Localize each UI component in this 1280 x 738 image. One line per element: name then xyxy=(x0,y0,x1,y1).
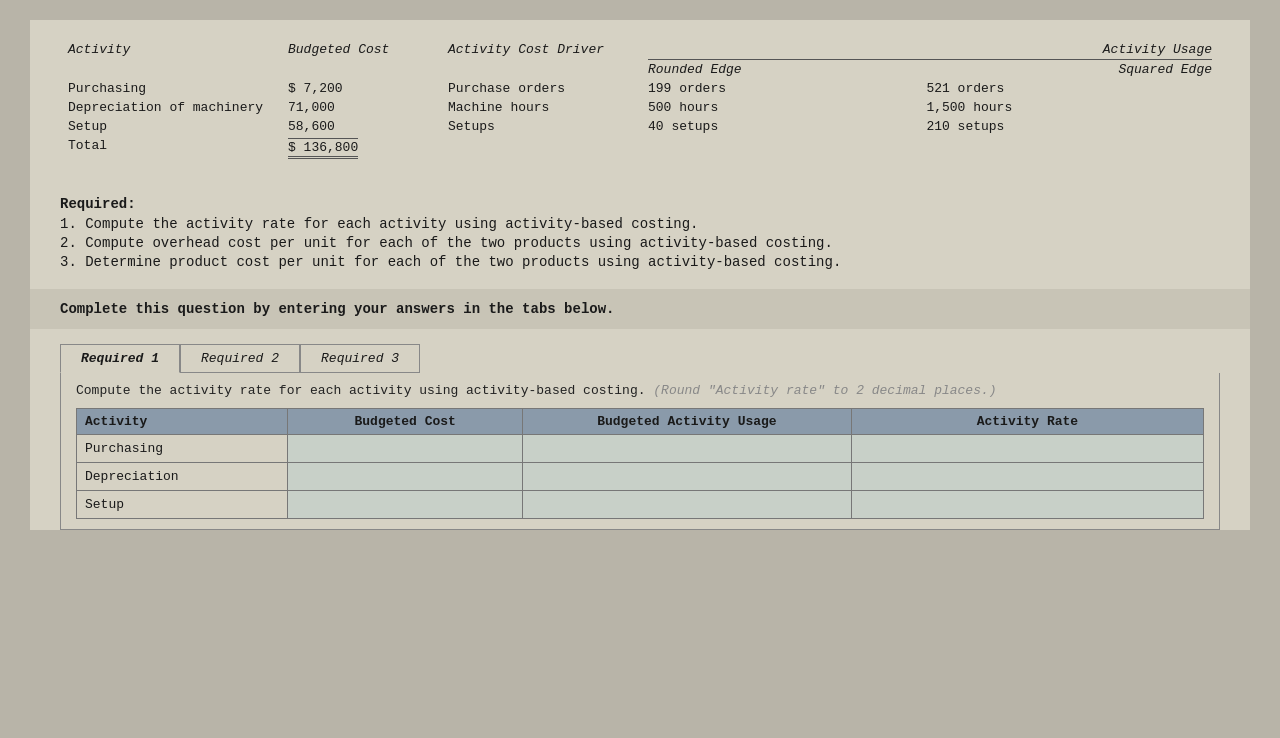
rate-budgeted-cost-setup[interactable] xyxy=(288,491,523,519)
rate-table: Activity Budgeted Cost Budgeted Activity… xyxy=(76,408,1204,519)
budgeted-cost-cell: $ 7,200 xyxy=(280,79,440,98)
activity-cell: Purchasing xyxy=(60,79,280,98)
rate-usage-setup[interactable] xyxy=(523,491,852,519)
required-section: Required: 1. Compute the activity rate f… xyxy=(30,181,1250,289)
tabs-container: Required 1 Required 2 Required 3 xyxy=(30,329,1250,373)
input-budgeted-cost-setup[interactable] xyxy=(296,497,514,512)
complete-bar: Complete this question by entering your … xyxy=(30,289,1250,329)
rate-table-header-budgeted-usage: Budgeted Activity Usage xyxy=(523,409,852,435)
driver-cell: Setups xyxy=(440,117,640,136)
rate-activity-rate-setup[interactable] xyxy=(851,491,1203,519)
input-rate-purchasing[interactable] xyxy=(860,441,1195,456)
table-row: Depreciation of machinery 71,000 Machine… xyxy=(60,98,1220,117)
driver-cell: Purchase orders xyxy=(440,79,640,98)
total-value: $ 136,800 xyxy=(280,136,440,161)
squared-cell: 210 setups xyxy=(918,117,1220,136)
rate-activity-rate-depreciation[interactable] xyxy=(851,463,1203,491)
rate-budgeted-cost-depreciation[interactable] xyxy=(288,463,523,491)
input-usage-purchasing[interactable] xyxy=(531,441,843,456)
rate-table-row-purchasing: Purchasing xyxy=(77,435,1204,463)
squared-edge-header: Squared Edge xyxy=(1118,62,1212,77)
col-header-activity: Activity xyxy=(60,40,280,79)
input-rate-setup[interactable] xyxy=(860,497,1195,512)
table-row: Setup 58,600 Setups 40 setups 210 setups xyxy=(60,117,1220,136)
required-item-3: 3. Determine product cost per unit for e… xyxy=(60,254,1220,270)
squared-cell: 521 orders xyxy=(918,79,1220,98)
input-budgeted-cost-depreciation[interactable] xyxy=(296,469,514,484)
activity-table: Activity Budgeted Cost Activity Cost Dri… xyxy=(60,40,1220,161)
rate-table-header-budgeted-cost: Budgeted Cost xyxy=(288,409,523,435)
round-note: (Round "Activity rate" to 2 decimal plac… xyxy=(653,383,996,398)
required-item-1: 1. Compute the activity rate for each ac… xyxy=(60,216,1220,232)
tab-required-3[interactable]: Required 3 xyxy=(300,344,420,373)
activity-usage-header: Activity Usage xyxy=(648,42,1212,60)
squared-cell: 1,500 hours xyxy=(918,98,1220,117)
tab-required-2[interactable]: Required 2 xyxy=(180,344,300,373)
input-rate-depreciation[interactable] xyxy=(860,469,1195,484)
rounded-cell: 199 orders xyxy=(640,79,918,98)
rounded-cell: 500 hours xyxy=(640,98,918,117)
instruction-text: Compute the activity rate for each activ… xyxy=(76,383,1204,398)
table-row-total: Total $ 136,800 xyxy=(60,136,1220,161)
budgeted-cost-cell: 58,600 xyxy=(280,117,440,136)
tab-content: Compute the activity rate for each activ… xyxy=(60,373,1220,530)
rate-usage-purchasing[interactable] xyxy=(523,435,852,463)
rounded-edge-header: Rounded Edge xyxy=(648,62,742,77)
required-item-2: 2. Compute overhead cost per unit for ea… xyxy=(60,235,1220,251)
rate-activity-depreciation: Depreciation xyxy=(77,463,288,491)
input-budgeted-cost-purchasing[interactable] xyxy=(296,441,514,456)
activity-cell: Depreciation of machinery xyxy=(60,98,280,117)
driver-cell: Machine hours xyxy=(440,98,640,117)
rounded-cell: 40 setups xyxy=(640,117,918,136)
rate-usage-depreciation[interactable] xyxy=(523,463,852,491)
budgeted-cost-cell: 71,000 xyxy=(280,98,440,117)
rate-activity-setup: Setup xyxy=(77,491,288,519)
rate-activity-purchasing: Purchasing xyxy=(77,435,288,463)
total-label: Total xyxy=(60,136,280,161)
tab-required-1[interactable]: Required 1 xyxy=(60,344,180,373)
col-header-driver: Activity Cost Driver xyxy=(440,40,640,79)
col-header-budgeted: Budgeted Cost xyxy=(280,40,440,79)
complete-bar-text: Complete this question by entering your … xyxy=(60,301,1220,317)
main-container: Activity Budgeted Cost Activity Cost Dri… xyxy=(30,20,1250,530)
input-usage-depreciation[interactable] xyxy=(531,469,843,484)
rate-table-header-activity-rate: Activity Rate xyxy=(851,409,1203,435)
required-heading: Required: xyxy=(60,196,1220,212)
rate-table-row-depreciation: Depreciation xyxy=(77,463,1204,491)
tabs-row: Required 1 Required 2 Required 3 xyxy=(60,344,1220,373)
rate-budgeted-cost-purchasing[interactable] xyxy=(288,435,523,463)
rate-activity-rate-purchasing[interactable] xyxy=(851,435,1203,463)
data-section: Activity Budgeted Cost Activity Cost Dri… xyxy=(30,20,1250,181)
table-row: Purchasing $ 7,200 Purchase orders 199 o… xyxy=(60,79,1220,98)
rate-table-header-activity: Activity xyxy=(77,409,288,435)
activity-cell: Setup xyxy=(60,117,280,136)
rate-table-row-setup: Setup xyxy=(77,491,1204,519)
input-usage-setup[interactable] xyxy=(531,497,843,512)
